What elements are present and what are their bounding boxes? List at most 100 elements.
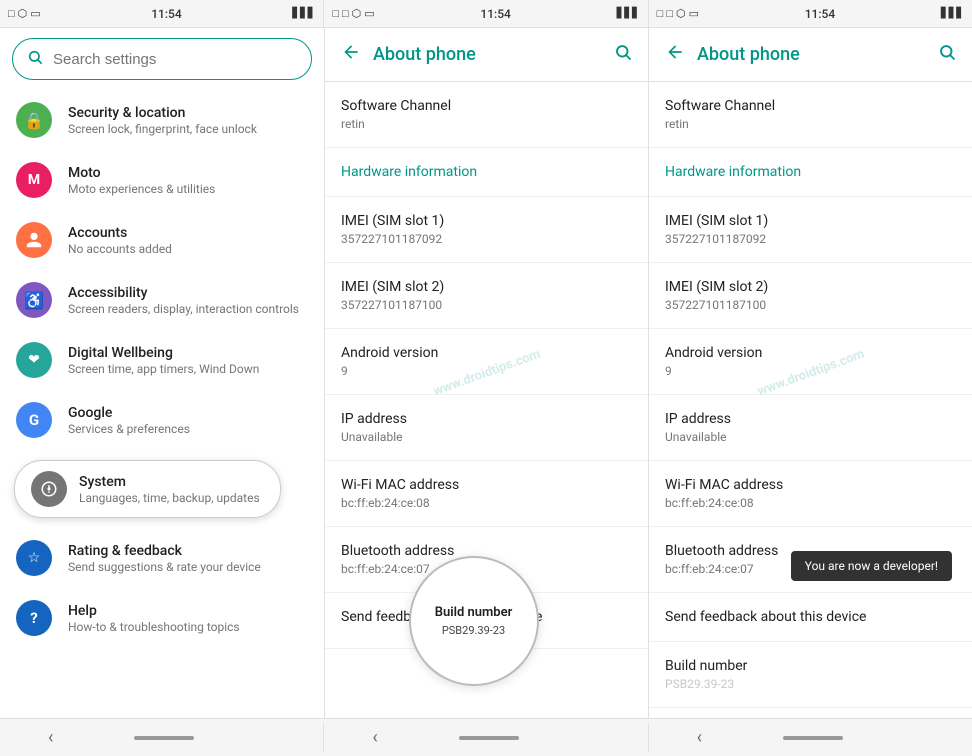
left-clock: 11:54 — [151, 7, 181, 21]
imei1-subtitle-r: 357227101187092 — [665, 232, 956, 246]
main-content: 🔒 Security & location Screen lock, finge… — [0, 28, 972, 718]
about-item-software-channel[interactable]: Software Channel retin — [325, 82, 648, 148]
about-item-imei1[interactable]: IMEI (SIM slot 1) 357227101187092 — [325, 197, 648, 263]
imei1-title: IMEI (SIM slot 1) — [341, 213, 632, 229]
android-version-title: Android version — [341, 345, 632, 361]
imei2-title: IMEI (SIM slot 2) — [341, 279, 632, 295]
system-title: System — [79, 474, 260, 490]
bottom-section-right: ‹ — [649, 723, 972, 752]
sidebar-item-rating[interactable]: ☆ Rating & feedback Send suggestions & r… — [0, 528, 324, 588]
rating-subtitle: Send suggestions & rate your device — [68, 560, 261, 574]
nav-back-left[interactable]: ‹ — [40, 723, 61, 752]
mid-clock: 11:54 — [480, 7, 510, 21]
software-channel-subtitle: retin — [341, 117, 632, 131]
sidebar-item-digital-wellbeing[interactable]: ❤ Digital Wellbeing Screen time, app tim… — [0, 330, 324, 390]
about-item-android-version-r[interactable]: Android version 9 — [649, 329, 972, 395]
moto-title: Moto — [68, 165, 215, 181]
build-circle-title: Build number — [435, 605, 513, 620]
accounts-title: Accounts — [68, 225, 172, 241]
bottom-bar: ‹ ‹ ‹ — [0, 718, 972, 756]
about-item-software-channel-r[interactable]: Software Channel retin — [649, 82, 972, 148]
android-version-subtitle-r: 9 — [665, 364, 956, 378]
wifi-mac-subtitle: bc:ff:eb:24:ce:08 — [341, 496, 632, 510]
wifi-mac-title: Wi-Fi MAC address — [341, 477, 632, 493]
mid-status-icons: □□⬡▭ — [332, 7, 374, 20]
search-icon — [27, 49, 43, 69]
rating-text: Rating & feedback Send suggestions & rat… — [68, 543, 261, 574]
right-clock: 11:54 — [805, 7, 835, 21]
back-button-middle[interactable] — [341, 42, 361, 67]
about-item-ip-address[interactable]: IP address Unavailable — [325, 395, 648, 461]
about-item-send-feedback[interactable]: Send feedback about this device Build nu… — [325, 593, 648, 649]
digital-wellbeing-subtitle: Screen time, app timers, Wind Down — [68, 362, 259, 376]
sidebar-item-accessibility[interactable]: ♿ Accessibility Screen readers, display,… — [0, 270, 324, 330]
about-item-wifi-mac-r[interactable]: Wi-Fi MAC address bc:ff:eb:24:ce:08 — [649, 461, 972, 527]
sidebar-item-google[interactable]: G Google Services & preferences — [0, 390, 324, 450]
nav-back-right[interactable]: ‹ — [689, 723, 710, 752]
about-item-imei2[interactable]: IMEI (SIM slot 2) 357227101187100 — [325, 263, 648, 329]
security-icon: 🔒 — [16, 102, 52, 138]
about-item-android-version[interactable]: Android version 9 — [325, 329, 648, 395]
about-title-right: About phone — [697, 44, 800, 65]
status-section-middle: □□⬡▭ 11:54 ▋▋▋ — [324, 0, 648, 27]
about-item-build-number-r[interactable]: Build number PSB29.39-23 — [649, 642, 972, 708]
accounts-icon — [16, 222, 52, 258]
about-item-build-number[interactable]: Build number PSB29.39-23 — [325, 709, 648, 718]
nav-back-middle[interactable]: ‹ — [364, 723, 385, 752]
google-title: Google — [68, 405, 190, 421]
digital-wellbeing-title: Digital Wellbeing — [68, 345, 259, 361]
back-button-right[interactable] — [665, 42, 685, 67]
about-panel-middle: About phone Software Channel retin Hardw… — [325, 28, 649, 718]
about-item-hardware-info-r[interactable]: Hardware information — [649, 148, 972, 197]
build-number-subtitle-r: PSB29.39-23 — [665, 677, 956, 691]
help-subtitle: How-to & troubleshooting topics — [68, 620, 240, 634]
google-icon: G — [16, 402, 52, 438]
about-item-send-feedback-r[interactable]: Send feedback about this device You are … — [649, 593, 972, 642]
build-number-circle: Build number PSB29.39-23 — [409, 556, 539, 686]
software-channel-subtitle-r: retin — [665, 117, 956, 131]
about-item-hardware-info[interactable]: Hardware information — [325, 148, 648, 197]
accessibility-text: Accessibility Screen readers, display, i… — [68, 285, 299, 316]
left-status-icons: □⬡▭ — [8, 7, 41, 20]
home-indicator-right — [783, 736, 843, 740]
hardware-info-title: Hardware information — [341, 164, 632, 180]
security-subtitle: Screen lock, fingerprint, face unlock — [68, 122, 257, 136]
sidebar-item-security[interactable]: 🔒 Security & location Screen lock, finge… — [0, 90, 324, 150]
system-text: System Languages, time, backup, updates — [79, 474, 260, 505]
status-section-right: □□⬡▭ 11:54 ▋▋▋ — [649, 0, 972, 27]
help-icon: ? — [16, 600, 52, 636]
about-header-left-middle: About phone — [341, 42, 476, 67]
help-title: Help — [68, 603, 240, 619]
right-signal-icons: ▋▋▋ — [941, 8, 964, 19]
search-bar[interactable] — [12, 38, 312, 80]
ip-address-subtitle-r: Unavailable — [665, 430, 956, 444]
system-subtitle: Languages, time, backup, updates — [79, 491, 260, 505]
imei2-subtitle: 357227101187100 — [341, 298, 632, 312]
hardware-info-title-r: Hardware information — [665, 164, 956, 180]
sidebar-item-moto[interactable]: M Moto Moto experiences & utilities — [0, 150, 324, 210]
about-item-imei1-r[interactable]: IMEI (SIM slot 1) 357227101187092 — [649, 197, 972, 263]
sidebar-item-help[interactable]: ? Help How-to & troubleshooting topics — [0, 588, 324, 648]
rating-title: Rating & feedback — [68, 543, 261, 559]
imei2-subtitle-r: 357227101187100 — [665, 298, 956, 312]
about-search-middle[interactable] — [614, 43, 632, 66]
home-indicator-left — [134, 736, 194, 740]
accessibility-title: Accessibility — [68, 285, 299, 301]
software-channel-title-r: Software Channel — [665, 98, 956, 114]
accounts-subtitle: No accounts added — [68, 242, 172, 256]
sidebar-item-accounts[interactable]: Accounts No accounts added — [0, 210, 324, 270]
wifi-mac-subtitle-r: bc:ff:eb:24:ce:08 — [665, 496, 956, 510]
sidebar-item-system[interactable]: System Languages, time, backup, updates — [0, 450, 324, 528]
home-indicator-middle — [459, 736, 519, 740]
google-text: Google Services & preferences — [68, 405, 190, 436]
about-item-imei2-r[interactable]: IMEI (SIM slot 2) 357227101187100 — [649, 263, 972, 329]
about-item-ip-address-r[interactable]: IP address Unavailable — [649, 395, 972, 461]
digital-wellbeing-text: Digital Wellbeing Screen time, app timer… — [68, 345, 259, 376]
about-header-middle: About phone — [325, 28, 648, 82]
about-item-wifi-mac[interactable]: Wi-Fi MAC address bc:ff:eb:24:ce:08 — [325, 461, 648, 527]
search-input[interactable] — [53, 51, 297, 68]
about-search-right[interactable] — [938, 43, 956, 66]
moto-icon: M — [16, 162, 52, 198]
system-bubble: System Languages, time, backup, updates — [14, 460, 281, 518]
rating-icon: ☆ — [16, 540, 52, 576]
